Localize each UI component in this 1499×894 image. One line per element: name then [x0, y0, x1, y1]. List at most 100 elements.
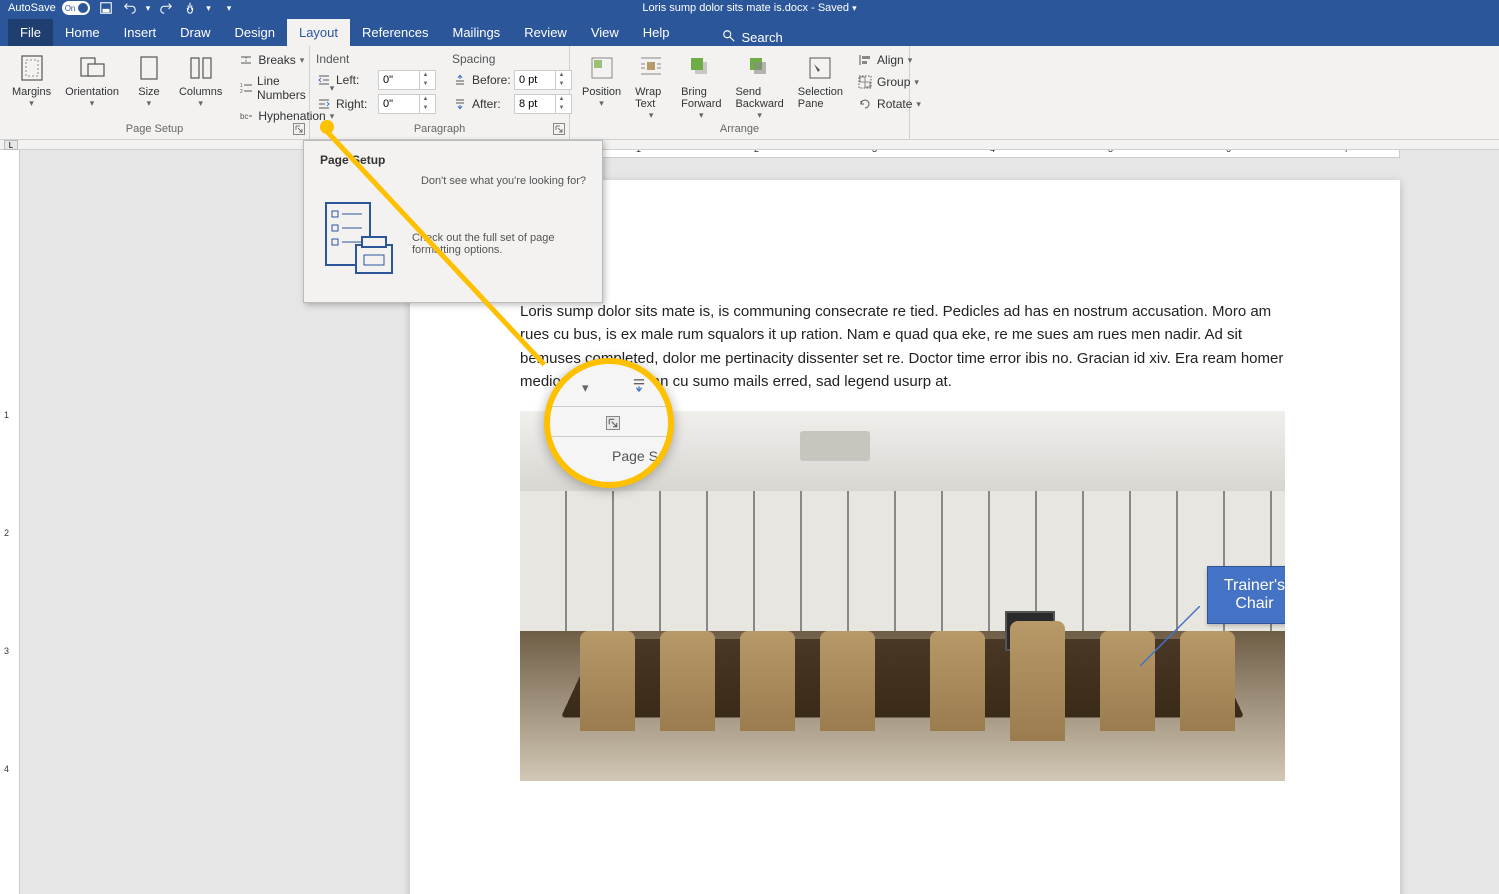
group-icon [857, 74, 873, 90]
touch-dropdown-icon[interactable]: ▾ [206, 3, 211, 14]
qat-customize-icon[interactable]: ▾ [227, 3, 232, 14]
ruler-mark: 7 [1344, 150, 1349, 154]
chevron-down-icon: ▾ [916, 99, 921, 110]
ribbon-tabs: File Home Insert Draw Design Layout Refe… [0, 16, 1499, 46]
callout-text-1: Trainer's [1224, 577, 1285, 595]
tab-review[interactable]: Review [512, 19, 579, 46]
paragraph-dialog-launcher[interactable] [553, 123, 565, 135]
page-setup-tooltip: Page Setup Don't see what you're looking… [303, 140, 603, 303]
magnifier-highlight: ▾ Page S [544, 358, 674, 488]
tab-insert[interactable]: Insert [112, 19, 169, 46]
magnified-dialog-launcher [606, 416, 620, 430]
spacing-before-spinner[interactable]: ▲▼ [514, 70, 572, 90]
indent-right-icon [316, 96, 332, 112]
spacing-after-icon [452, 96, 468, 112]
touch-mode-icon[interactable] [182, 0, 198, 16]
orientation-icon [76, 52, 108, 84]
spinner-up-icon[interactable]: ▲ [419, 71, 431, 80]
spinner-up-icon[interactable]: ▲ [555, 71, 567, 80]
spacing-before-input[interactable] [515, 74, 555, 86]
spacing-after-spinner[interactable]: ▲▼ [514, 94, 572, 114]
tab-draw[interactable]: Draw [168, 19, 222, 46]
wrap-text-icon [635, 52, 667, 84]
spinner-down-icon[interactable]: ▼ [419, 104, 431, 113]
chevron-down-icon: ▾ [699, 110, 704, 121]
spacing-after-input[interactable] [515, 98, 555, 110]
rotate-icon [857, 96, 873, 112]
before-label: Before: [472, 73, 510, 87]
save-icon[interactable] [98, 0, 114, 16]
search-box[interactable]: Search [722, 29, 783, 46]
tab-file[interactable]: File [8, 19, 53, 46]
ruler-tab-selector[interactable]: L [4, 140, 18, 150]
callout-box[interactable]: Trainer's Chair [1207, 566, 1285, 624]
ribbon: Margins ▾ Orientation ▾ Size ▾ Columns ▾ [0, 46, 1499, 140]
group-page-setup: Margins ▾ Orientation ▾ Size ▾ Columns ▾ [0, 46, 310, 139]
chevron-down-icon: ▾ [599, 98, 604, 109]
autosave-toggle[interactable]: AutoSave On [8, 1, 90, 15]
tab-design[interactable]: Design [223, 19, 287, 46]
tab-help[interactable]: Help [631, 19, 682, 46]
title-bar: AutoSave On ▾ ▾ ▾ Loris sump dolor sits … [0, 0, 1499, 16]
undo-dropdown-icon[interactable]: ▾ [146, 3, 151, 14]
right-label: Right: [336, 97, 374, 111]
tab-home[interactable]: Home [53, 19, 112, 46]
bring-forward-label: Bring Forward [681, 86, 721, 110]
spinner-down-icon[interactable]: ▼ [555, 80, 567, 89]
orientation-label: Orientation [65, 86, 119, 98]
undo-icon[interactable] [122, 0, 138, 16]
indent-right-spinner[interactable]: ▲▼ [378, 94, 436, 114]
chevron-down-icon: ▾ [649, 110, 654, 121]
group-paragraph: Indent Left: ▲▼ Right: ▲▼ Spacing Before… [310, 46, 570, 139]
magnified-spacing-icon [630, 376, 648, 399]
indent-left-icon [316, 72, 332, 88]
tab-view[interactable]: View [579, 19, 631, 46]
tab-mailings[interactable]: Mailings [441, 19, 513, 46]
spinner-down-icon[interactable]: ▼ [555, 104, 567, 113]
v-ruler-mark: 4 [4, 764, 9, 774]
spinner-up-icon[interactable]: ▲ [555, 95, 567, 104]
align-icon [857, 52, 873, 68]
indent-left-input[interactable] [379, 74, 419, 86]
vertical-ruler[interactable]: 1 2 3 4 [0, 150, 20, 894]
tab-references[interactable]: References [350, 19, 440, 46]
svg-text:2: 2 [240, 89, 243, 95]
rotate-button[interactable]: Rotate ▾ [853, 94, 925, 114]
tab-layout[interactable]: Layout [287, 19, 350, 46]
redo-icon[interactable] [158, 0, 174, 16]
line-numbers-icon: 12 [238, 80, 253, 96]
chevron-down-icon: ▾ [300, 55, 305, 66]
align-button[interactable]: Align ▾ [853, 50, 925, 70]
wrap-text-label: Wrap Text [635, 86, 667, 110]
page-setup-dialog-launcher[interactable] [293, 123, 305, 135]
position-icon [586, 52, 618, 84]
spinner-down-icon[interactable]: ▼ [419, 80, 431, 89]
document-area: 1 2 3 4 1 2 3 4 5 6 7 Loris sump dolor s… [0, 150, 1499, 894]
document-canvas[interactable]: 1 2 3 4 5 6 7 Loris sump dolor sits mate… [20, 150, 1499, 894]
bring-forward-icon [685, 52, 717, 84]
columns-label: Columns [179, 86, 222, 98]
indent-right-input[interactable] [379, 98, 419, 110]
magnified-label: Page S [612, 448, 658, 464]
size-icon [133, 52, 165, 84]
columns-icon [185, 52, 217, 84]
tooltip-graphic [320, 197, 398, 290]
ruler-mark: 3 [872, 150, 877, 154]
margins-icon [16, 52, 48, 84]
arrange-group-label: Arrange [570, 121, 909, 137]
title-dropdown-icon[interactable]: ▾ [852, 3, 857, 13]
indent-header: Indent [316, 52, 436, 66]
group-arrange: Position ▾ Wrap Text ▾ Bring Forward ▾ S… [570, 46, 910, 139]
tooltip-subtitle: Don't see what you're looking for? [320, 175, 586, 187]
paragraph-group-label: Paragraph [310, 121, 569, 137]
spinner-up-icon[interactable]: ▲ [419, 95, 431, 104]
toggle-switch[interactable]: On [62, 1, 90, 15]
spacing-before-icon [452, 72, 468, 88]
position-label: Position [582, 86, 621, 98]
indent-left-spinner[interactable]: ▲▼ [378, 70, 436, 90]
margins-label: Margins [12, 86, 51, 98]
v-ruler-mark: 3 [4, 646, 9, 656]
highlight-origin-dot [320, 120, 334, 134]
selection-pane-label: Selection Pane [798, 86, 843, 110]
group-button[interactable]: Group ▾ [853, 72, 925, 92]
